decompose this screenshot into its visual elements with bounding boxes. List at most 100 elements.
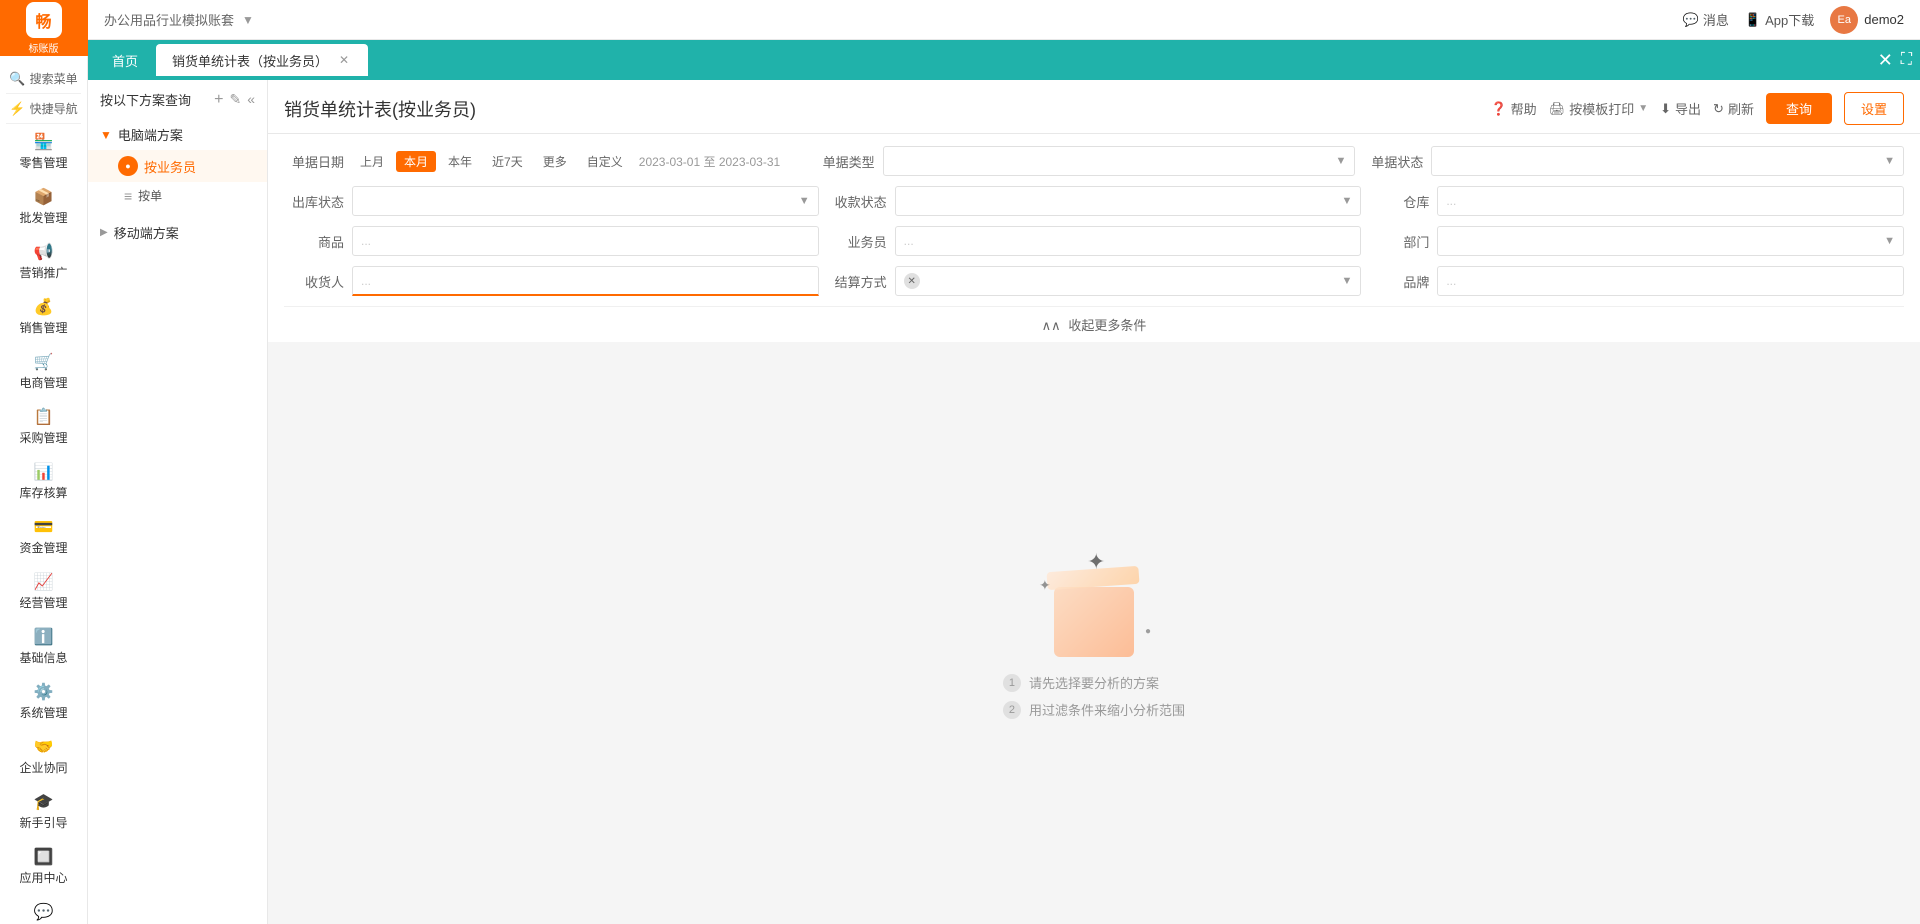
tab-sales-stat[interactable]: 销货单统计表（按业务员） ✕ — [156, 44, 368, 76]
topbar-left: 办公用品行业模拟账套 ▼ — [104, 10, 254, 29]
recv-status-field[interactable]: ▼ — [895, 186, 1362, 216]
refresh-icon: ↻ — [1713, 101, 1724, 117]
doc-type-field[interactable]: ▼ — [883, 146, 1356, 176]
date-btn-cur-month[interactable]: 本月 — [396, 151, 436, 172]
print-icon: 🖨 — [1549, 101, 1566, 117]
print-btn[interactable]: 🖨 按模板打印 ▼ — [1549, 99, 1648, 118]
pc-group-header[interactable]: ▼ 电脑端方案 — [88, 119, 267, 150]
date-range-display: 2023-03-01 至 2023-03-31 — [639, 153, 780, 170]
tabbar-right: ✕ ⛶ — [1878, 50, 1920, 71]
tab-close-btn[interactable]: ✕ — [336, 52, 352, 68]
inventory-icon: 📊 — [34, 462, 54, 482]
settle-field[interactable]: ✕ ▼ — [895, 266, 1362, 296]
sidebar-item-wholesale[interactable]: 📦 批发管理 — [0, 179, 87, 234]
collapse-panel-btn[interactable]: « — [247, 91, 255, 109]
add-plan-btn[interactable]: + — [214, 91, 223, 109]
sidebar-item-apps[interactable]: 🔲 应用中心 — [0, 839, 87, 894]
collapse-icon: ∧∧ — [1042, 318, 1061, 333]
date-btn-custom[interactable]: 自定义 — [579, 151, 631, 172]
date-btn-prev-month[interactable]: 上月 — [352, 151, 392, 172]
sidebar-item-purchase[interactable]: 📋 采购管理 — [0, 399, 87, 454]
refresh-btn[interactable]: ↻ 刷新 — [1713, 99, 1754, 118]
sidebar-item-sales[interactable]: 💰 销售管理 — [0, 289, 87, 344]
settle-tag-close[interactable]: ✕ — [904, 273, 920, 289]
avatar[interactable]: Ea — [1830, 6, 1858, 34]
sidebar: 畅 标账版 🔍 搜索菜单 ⚡ 快捷导航 🏪 零售管理 📦 批发管理 📢 营销推广… — [0, 0, 88, 924]
sidebar-item-enterprise[interactable]: 🤝 企业协同 — [0, 729, 87, 784]
topbar-right: 💬 消息 📱 App下载 Ea demo2 — [1683, 6, 1904, 34]
date-filter-controls: 上月 本月 本年 近7天 更多 自定义 2023-03-01 至 2023-03… — [352, 151, 807, 172]
date-label: 单据日期 — [284, 152, 344, 171]
warehouse-field[interactable]: ... — [1437, 186, 1904, 216]
plan-item-salesperson[interactable]: ● 按业务员 — [88, 150, 267, 182]
collapse-bar[interactable]: ∧∧ 收起更多条件 — [284, 306, 1904, 342]
topbar-dropdown-icon[interactable]: ▼ — [242, 13, 254, 27]
filter-row-3: 商品 ... 业务员 ... 部门 ▼ — [284, 226, 1904, 256]
close-tab-btn[interactable]: ✕ — [1878, 50, 1893, 71]
dept-field[interactable]: ▼ — [1437, 226, 1904, 256]
app-logo[interactable]: 畅 标账版 — [0, 0, 88, 56]
help-btn[interactable]: ❓ 帮助 — [1490, 99, 1536, 118]
out-status-label: 出库状态 — [284, 192, 344, 211]
settle-label: 结算方式 — [827, 272, 887, 291]
tab-home[interactable]: 首页 — [96, 44, 154, 76]
left-panel-icons: + ✎ « — [214, 91, 255, 109]
sidebar-item-finance[interactable]: 💳 资金管理 — [0, 509, 87, 564]
edit-plan-btn[interactable]: ✎ — [229, 91, 241, 109]
quick-nav-btn[interactable]: ⚡ 快捷导航 — [6, 94, 81, 124]
export-btn[interactable]: ⬇ 导出 — [1660, 99, 1701, 118]
message-icon: 💬 — [1683, 12, 1699, 28]
sidebar-item-basic[interactable]: ℹ️ 基础信息 — [0, 619, 87, 674]
content-area: ✦ ✦ ● 1 请先选择要分析的方案 2 用过滤条件来缩小分析范围 — [268, 342, 1920, 924]
box-sparkle: ✦ — [1039, 577, 1051, 594]
brand-label: 品牌 — [1369, 272, 1429, 291]
sidebar-item-wechat[interactable]: 💬 企业微信 — [0, 894, 87, 924]
maximize-btn[interactable]: ⛶ — [1901, 51, 1912, 69]
date-btn-more[interactable]: 更多 — [535, 151, 575, 172]
query-btn[interactable]: 查询 — [1766, 93, 1832, 124]
help-icon: ❓ — [1490, 101, 1506, 117]
receiver-label: 收货人 — [284, 272, 344, 291]
page-title: 销货单统计表(按业务员) — [284, 96, 476, 122]
basic-icon: ℹ️ — [34, 627, 54, 647]
sidebar-item-inventory[interactable]: 📊 库存核算 — [0, 454, 87, 509]
message-btn[interactable]: 💬 消息 — [1683, 10, 1729, 29]
apps-icon: 🔲 — [34, 847, 54, 867]
doc-status-field[interactable]: ▼ — [1431, 146, 1904, 176]
plan-label-salesperson: 按业务员 — [144, 157, 196, 176]
hint-text-1: 请先选择要分析的方案 — [1029, 673, 1159, 692]
settings-btn[interactable]: 设置 — [1844, 92, 1904, 125]
filter-row-1: 单据日期 上月 本月 本年 近7天 更多 自定义 2023-03-01 至 20… — [284, 146, 1904, 176]
date-btn-last7[interactable]: 近7天 — [484, 151, 531, 172]
sidebar-item-retail[interactable]: 🏪 零售管理 — [0, 124, 87, 179]
plan-sub-item-order[interactable]: ≡ 按单 — [88, 182, 267, 209]
sidebar-item-marketing[interactable]: 📢 营销推广 — [0, 234, 87, 289]
out-status-field[interactable]: ▼ — [352, 186, 819, 216]
date-btn-cur-year[interactable]: 本年 — [440, 151, 480, 172]
brand-field[interactable]: ... — [1437, 266, 1904, 296]
mobile-plan-group: ▶ 移动端方案 — [88, 213, 267, 252]
sidebar-item-system[interactable]: ⚙️ 系统管理 — [0, 674, 87, 729]
user-profile[interactable]: Ea demo2 — [1830, 6, 1904, 34]
plan-dot-salesperson: ● — [118, 156, 138, 176]
receiver-field[interactable]: ... — [352, 266, 819, 296]
search-menu-btn[interactable]: 🔍 搜索菜单 — [6, 64, 81, 94]
salesperson-label: 业务员 — [827, 232, 887, 251]
sidebar-item-guide[interactable]: 🎓 新手引导 — [0, 784, 87, 839]
tabbar: 首页 销货单统计表（按业务员） ✕ ✕ ⛶ — [88, 40, 1920, 80]
collapse-label: 收起更多条件 — [1068, 318, 1146, 333]
pc-group-chevron: ▼ — [100, 128, 112, 142]
left-panel-title: 按以下方案查询 — [100, 90, 191, 109]
tab-home-label: 首页 — [112, 51, 138, 70]
sidebar-item-operation[interactable]: 📈 经营管理 — [0, 564, 87, 619]
finance-icon: 💳 — [34, 517, 54, 537]
hint-num-1: 1 — [1003, 674, 1021, 692]
mobile-group-header[interactable]: ▶ 移动端方案 — [88, 217, 267, 248]
box-body — [1054, 587, 1134, 657]
box-dot: ● — [1145, 626, 1151, 637]
app-download-btn[interactable]: 📱 App下载 — [1745, 10, 1814, 29]
salesperson-field[interactable]: ... — [895, 226, 1362, 256]
main-area: 办公用品行业模拟账套 ▼ 💬 消息 📱 App下载 Ea demo2 首页 — [88, 0, 1920, 924]
goods-field[interactable]: ... — [352, 226, 819, 256]
sidebar-item-ecommerce[interactable]: 🛒 电商管理 — [0, 344, 87, 399]
